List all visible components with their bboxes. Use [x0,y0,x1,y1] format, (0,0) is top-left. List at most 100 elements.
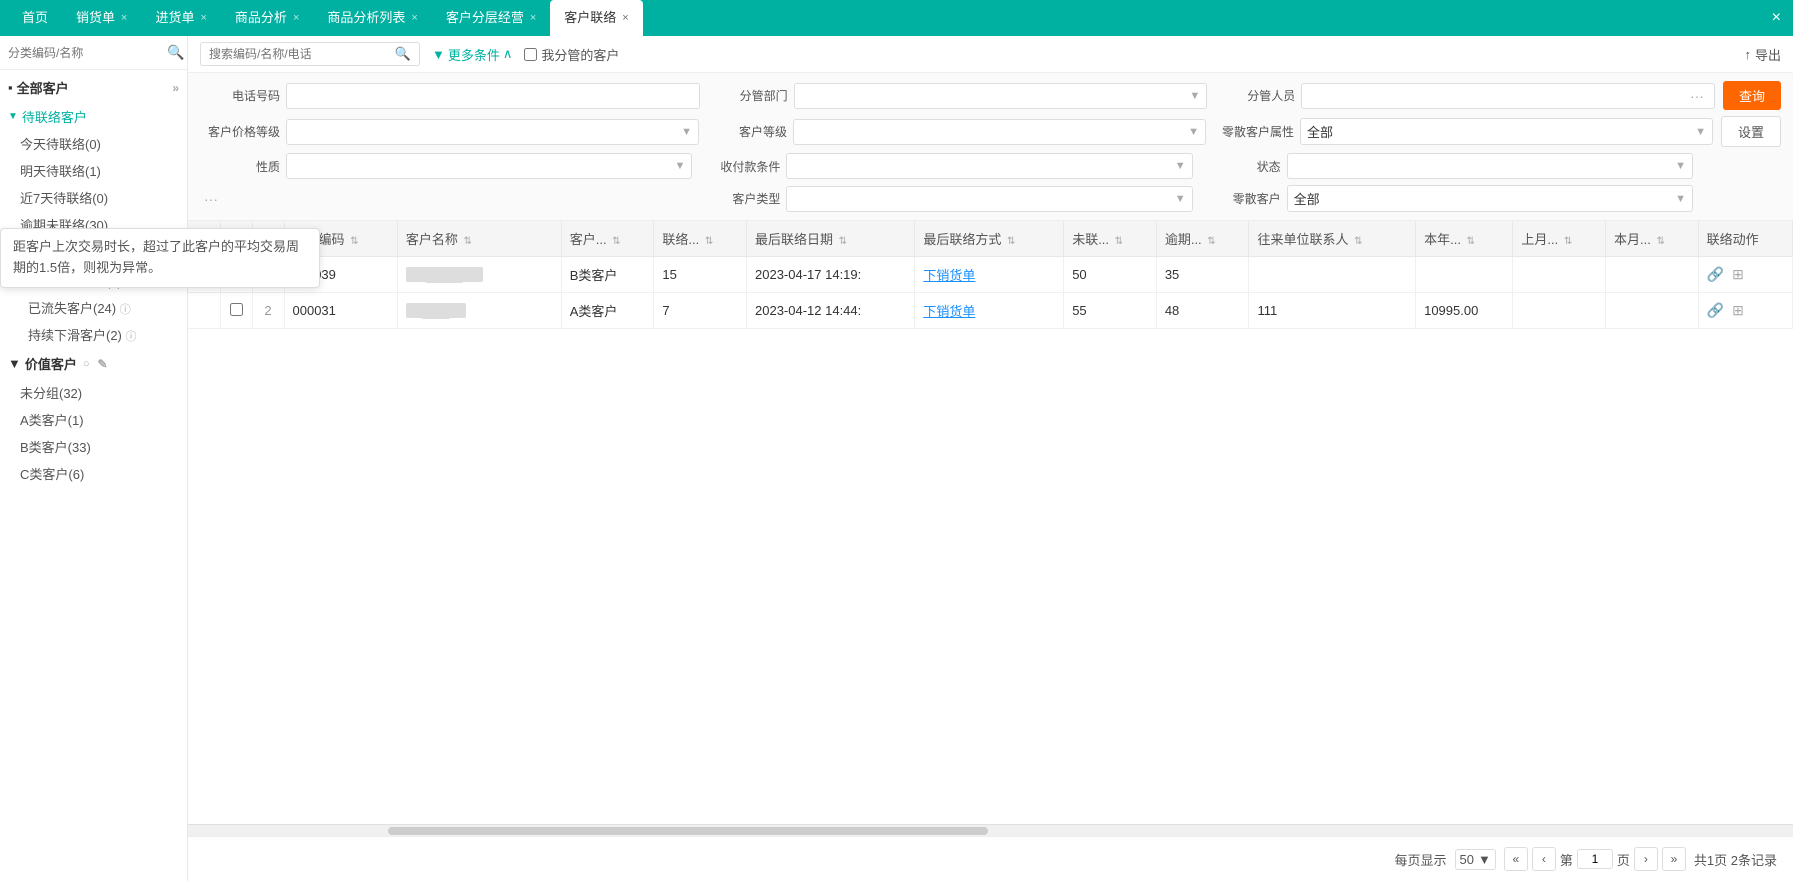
sidebar-search-input[interactable] [8,46,163,60]
more-conditions-btn[interactable]: ▼ 更多条件 ∧ [432,45,512,64]
sidebar-value-group[interactable]: ▼ 价值客户 ○ ✎ [0,348,187,379]
filter-status-select[interactable]: ▼ [1287,153,1693,179]
row2-link-icon[interactable]: 🔗 [1707,302,1724,319]
filter-dept-select[interactable]: ▼ [794,83,1208,109]
nav-customer-tier-close[interactable]: × [530,0,536,36]
sidebar-class-c[interactable]: C类客户(6) [0,460,187,487]
filter-retail-customer-label: 零散客户 [1201,190,1281,207]
filter-customer-type-select[interactable]: ▼ [786,186,1192,212]
scroll-thumb[interactable] [388,827,988,835]
sidebar-class-a[interactable]: A类客户(1) [0,406,187,433]
row2-code: 000031 [284,293,397,329]
filter-row-4: ··· 客户类型 ▼ 零散客户 全部 ▼ [200,185,1781,212]
search-input[interactable] [209,47,391,61]
filter-payment-select[interactable]: ▼ [786,153,1192,179]
row1-last-method-link[interactable]: 下销货单 [923,268,975,283]
sidebar-declining[interactable]: 持续下滑客户(2) ⓘ [0,321,187,348]
col-this-year[interactable]: 本年... ⇅ [1416,221,1513,257]
value-circle-icon: ○ [83,358,90,370]
nav-purchase[interactable]: 进货单 × [141,0,220,36]
nav-goods-analysis[interactable]: 商品分析 × [221,0,313,36]
row2-last-date: 2023-04-12 14:44: [747,293,915,329]
nav-sales-close[interactable]: × [121,0,127,36]
filter-customer-level-select[interactable]: ▼ [793,119,1206,145]
value-edit-icon[interactable]: ✎ [98,357,108,371]
table-row: 1 000039 ████ B类客户 15 2023-04-17 14:19: … [188,257,1793,293]
settings-button[interactable]: 设置 [1721,116,1781,147]
sidebar-pending-tomorrow[interactable]: 明天待联络(1) [0,157,187,184]
col-category[interactable]: 客户... ⇅ [561,221,654,257]
row1-grid-icon[interactable]: ⊞ [1732,266,1744,283]
nav-goods-analysis-close[interactable]: × [293,0,299,36]
filter-person-select[interactable]: ··· [1301,83,1715,109]
sidebar-ungrouped[interactable]: 未分组(32) [0,379,187,406]
col-uncontacted[interactable]: 未联... ⇅ [1064,221,1157,257]
row2-overdue: 48 [1156,293,1249,329]
filter-retail-customer-select[interactable]: 全部 ▼ [1287,185,1693,212]
row2-uncontacted: 55 [1064,293,1157,329]
col-company-sort: ⇅ [1354,236,1362,247]
page-first-btn[interactable]: « [1504,847,1528,871]
page-prev-btn[interactable]: ‹ [1532,847,1556,871]
page-last-btn[interactable]: » [1662,847,1686,871]
export-btn[interactable]: ↑ 导出 [1744,45,1781,64]
page-number-input[interactable] [1577,849,1613,869]
sidebar-class-b[interactable]: B类客户(33) [0,433,187,460]
sidebar-all-customers-title[interactable]: ▪ 全部客户 » [0,70,187,101]
col-name[interactable]: 客户名称 ⇅ [397,221,561,257]
row2-checkbox[interactable] [230,303,243,316]
row1-company-contacts [1249,257,1416,293]
col-this-month[interactable]: 本月... ⇅ [1606,221,1699,257]
col-action: 联络动作 [1698,221,1792,257]
sidebar-search-icon[interactable]: 🔍 [167,44,184,61]
sidebar-lost-customers[interactable]: 已流失客户(24) ⓘ [0,294,187,321]
filter-price-level-select[interactable]: ▼ [286,119,699,145]
row1-link-icon[interactable]: 🔗 [1707,266,1724,283]
declining-info-icon[interactable]: ⓘ [126,331,137,343]
nav-goods-list-close[interactable]: × [411,0,417,36]
app-close-button[interactable]: × [1772,9,1781,27]
filter-bar: 🔍 ▼ 更多条件 ∧ 我分管的客户 ↑ 导出 [188,36,1793,73]
person-dots-btn[interactable]: ··· [1686,88,1708,104]
col-last-month[interactable]: 上月... ⇅ [1513,221,1606,257]
nav-customer-contact[interactable]: 客户联络 × [550,0,642,36]
search-icon[interactable]: 🔍 [395,46,411,62]
col-contact-count[interactable]: 联络... ⇅ [654,221,747,257]
page-next-btn[interactable]: › [1634,847,1658,871]
per-page-select[interactable]: 50 ▼ [1455,849,1496,870]
sidebar-pending-7days[interactable]: 近7天待联络(0) [0,184,187,211]
row4-dots-btn[interactable]: ··· [200,191,222,207]
lost-customers-info-icon[interactable]: ⓘ [120,304,131,316]
nav-sales[interactable]: 销货单 × [62,0,141,36]
row2-grid-icon[interactable]: ⊞ [1732,302,1744,319]
dept-select-arrow: ▼ [1189,90,1200,102]
sidebar-pending-today[interactable]: 今天待联络(0) [0,130,187,157]
nav-customer-tier[interactable]: 客户分层经营 × [432,0,550,36]
filter-nature-select[interactable]: ▼ [286,153,692,179]
col-last-method[interactable]: 最后联络方式 ⇅ [915,221,1064,257]
filter-retail-attr-select[interactable]: 全部 ▼ [1300,118,1713,145]
filter-customer-level-label: 客户等级 [707,123,787,140]
retail-attr-arrow: ▼ [1695,126,1706,138]
nav-home[interactable]: 首页 [8,0,62,36]
query-button[interactable]: 查询 [1723,81,1781,110]
filter-phone-input[interactable] [286,83,700,109]
pending-triangle-icon: ▼ [8,111,18,122]
row2-settings [188,293,220,329]
col-last-date[interactable]: 最后联络日期 ⇅ [747,221,915,257]
retail-customer-arrow: ▼ [1675,193,1686,205]
sidebar-collapse-btn[interactable]: » [172,81,179,95]
col-company-contacts[interactable]: 往来单位联系人 ⇅ [1249,221,1416,257]
row2-last-method-link[interactable]: 下销货单 [923,304,975,319]
nav-goods-list[interactable]: 商品分析列表 × [313,0,431,36]
nav-purchase-close[interactable]: × [200,0,206,36]
sidebar-pending-group[interactable]: ▼ 待联络客户 [0,103,187,130]
row2-category: A类客户 [561,293,654,329]
filter-payment: 收付款条件 ▼ [700,153,1192,179]
my-customers-checkbox-wrap[interactable]: 我分管的客户 [524,45,619,64]
nav-customer-contact-close[interactable]: × [622,0,628,36]
filter-customer-type: 客户类型 ▼ [700,186,1192,212]
horizontal-scrollbar[interactable] [188,824,1793,836]
my-customers-checkbox[interactable] [524,48,537,61]
col-overdue[interactable]: 逾期... ⇅ [1156,221,1249,257]
